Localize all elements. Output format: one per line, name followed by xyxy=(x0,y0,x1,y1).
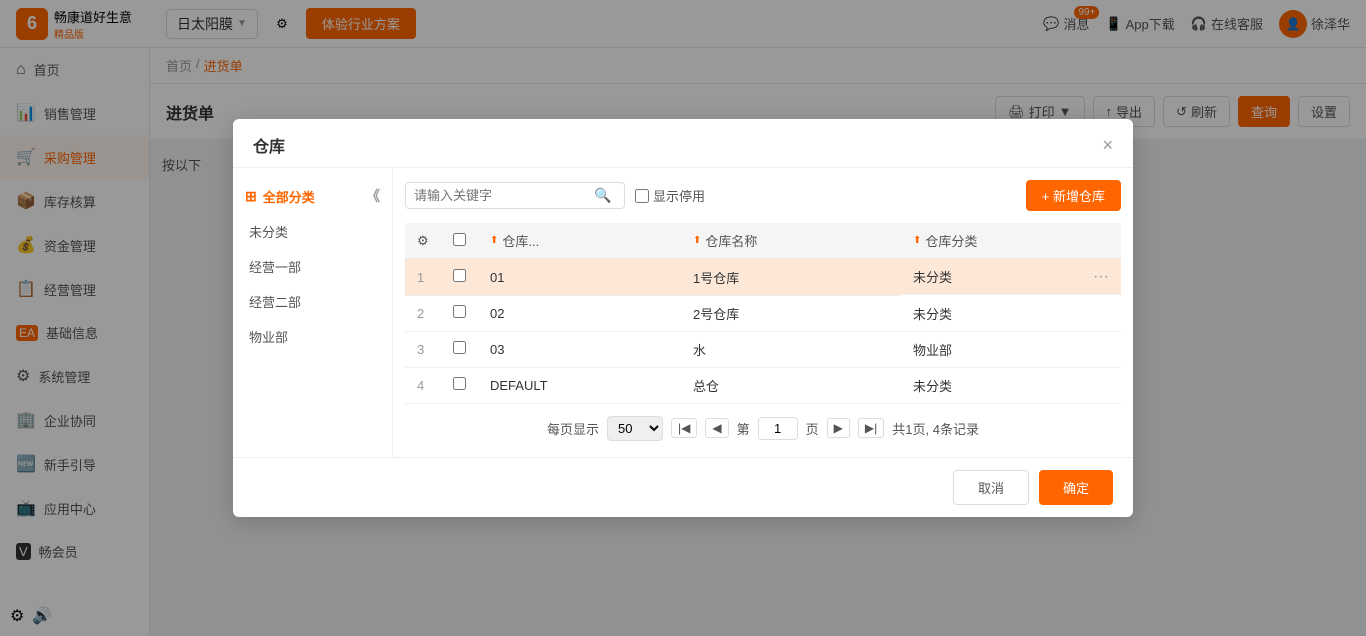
table-row[interactable]: 4 DEFAULT 总仓 未分类 xyxy=(405,367,1121,403)
dialog-close-button[interactable]: × xyxy=(1102,135,1113,156)
sort-icon-cat: ⬆ xyxy=(913,235,921,246)
warehouse-dialog: 仓库 × ⊞ 全部分类 《 未分类 经营一部 经营二部 物业部 xyxy=(233,119,1133,517)
table-panel: 🔍 显示停用 + 新增仓库 ⚙ xyxy=(393,168,1133,457)
page-suffix: 页 xyxy=(806,419,819,438)
sort-icon-name: ⬆ xyxy=(693,235,701,246)
search-input[interactable] xyxy=(414,188,594,203)
row-code: 02 xyxy=(478,295,681,331)
dialog-title: 仓库 xyxy=(253,133,285,157)
category-panel: ⊞ 全部分类 《 未分类 经营一部 经营二部 物业部 xyxy=(233,168,393,457)
dialog-footer: 取消 确定 xyxy=(233,457,1133,517)
row-num: 3 xyxy=(405,331,441,367)
category-item-2[interactable]: 物业部 xyxy=(233,319,392,354)
per-page-label: 每页显示 xyxy=(547,419,599,438)
show-disabled-label: 显示停用 xyxy=(653,186,705,205)
new-warehouse-button[interactable]: + 新增仓库 xyxy=(1026,180,1121,211)
category-item-unclassified[interactable]: 未分类 xyxy=(233,214,392,249)
row-check xyxy=(441,331,478,367)
last-page-button[interactable]: ▶| xyxy=(858,418,884,438)
search-box: 🔍 xyxy=(405,182,625,209)
settings-gear-icon[interactable]: ⚙ xyxy=(417,233,429,248)
category-header-label[interactable]: 全部分类 xyxy=(263,187,315,206)
row-num: 2 xyxy=(405,295,441,331)
row-checkbox[interactable] xyxy=(453,269,466,282)
row-category: 未分类 xyxy=(901,295,1121,331)
category-item-1[interactable]: 经营二部 xyxy=(233,284,392,319)
table-row[interactable]: 1 01 1号仓库 未分类 ··· xyxy=(405,259,1121,296)
row-check xyxy=(441,367,478,403)
row-num: 1 xyxy=(405,259,441,296)
col-checkbox xyxy=(441,223,478,259)
prev-page-button[interactable]: ◀ xyxy=(705,418,728,438)
warehouse-table: ⚙ ⬆ 仓库... xyxy=(405,223,1121,404)
pagination: 每页显示 50 100 200 |◀ ◀ 第 页 ▶ ▶| 共1页, 4条记录 xyxy=(405,404,1121,445)
row-name: 1号仓库 xyxy=(681,259,901,296)
row-checkbox[interactable] xyxy=(453,341,466,354)
cancel-button[interactable]: 取消 xyxy=(953,470,1029,505)
row-check xyxy=(441,259,478,296)
col-code-label: 仓库... xyxy=(502,231,539,250)
col-cat-label: 仓库分类 xyxy=(925,231,977,250)
page-input[interactable] xyxy=(758,417,798,440)
category-header: ⊞ 全部分类 《 xyxy=(233,178,392,214)
per-page-select[interactable]: 50 100 200 xyxy=(607,416,663,441)
dialog-body: ⊞ 全部分类 《 未分类 经营一部 经营二部 物业部 🔍 xyxy=(233,168,1133,457)
total-label: 共1页, 4条记录 xyxy=(892,419,979,438)
row-name: 水 xyxy=(681,331,901,367)
sort-icon: ⬆ xyxy=(490,235,498,246)
first-page-button[interactable]: |◀ xyxy=(671,418,697,438)
dialog-header: 仓库 × xyxy=(233,119,1133,168)
col-category: ⬆ 仓库分类 xyxy=(901,223,1121,259)
row-checkbox[interactable] xyxy=(453,377,466,390)
col-name-label: 仓库名称 xyxy=(705,231,757,250)
modal-overlay[interactable]: 仓库 × ⊞ 全部分类 《 未分类 经营一部 经营二部 物业部 xyxy=(0,0,1366,636)
table-toolbar: 🔍 显示停用 + 新增仓库 xyxy=(405,180,1121,211)
row-num: 4 xyxy=(405,367,441,403)
row-code: 01 xyxy=(478,259,681,296)
row-category: 未分类 ··· xyxy=(901,259,1121,295)
grid-icon: ⊞ xyxy=(245,188,257,205)
row-name: 总仓 xyxy=(681,367,901,403)
table-row[interactable]: 3 03 水 物业部 xyxy=(405,331,1121,367)
next-page-button[interactable]: ▶ xyxy=(827,418,850,438)
disabled-checkbox[interactable] xyxy=(635,189,649,203)
confirm-button[interactable]: 确定 xyxy=(1039,470,1113,505)
search-icon[interactable]: 🔍 xyxy=(594,187,611,204)
page-label: 第 xyxy=(737,419,750,438)
col-settings: ⚙ xyxy=(405,223,441,259)
col-name: ⬆ 仓库名称 xyxy=(681,223,901,259)
row-name: 2号仓库 xyxy=(681,295,901,331)
table-row[interactable]: 2 02 2号仓库 未分类 xyxy=(405,295,1121,331)
category-item-0[interactable]: 经营一部 xyxy=(233,249,392,284)
select-all-checkbox[interactable] xyxy=(453,233,466,246)
more-icon[interactable]: ··· xyxy=(1093,268,1109,286)
show-disabled-checkbox[interactable]: 显示停用 xyxy=(635,186,705,205)
row-checkbox[interactable] xyxy=(453,305,466,318)
row-code: DEFAULT xyxy=(478,367,681,403)
row-code: 03 xyxy=(478,331,681,367)
row-category: 未分类 xyxy=(901,367,1121,403)
row-category: 物业部 xyxy=(901,331,1121,367)
collapse-icon[interactable]: 《 xyxy=(366,186,380,206)
row-check xyxy=(441,295,478,331)
col-code: ⬆ 仓库... xyxy=(478,223,681,259)
